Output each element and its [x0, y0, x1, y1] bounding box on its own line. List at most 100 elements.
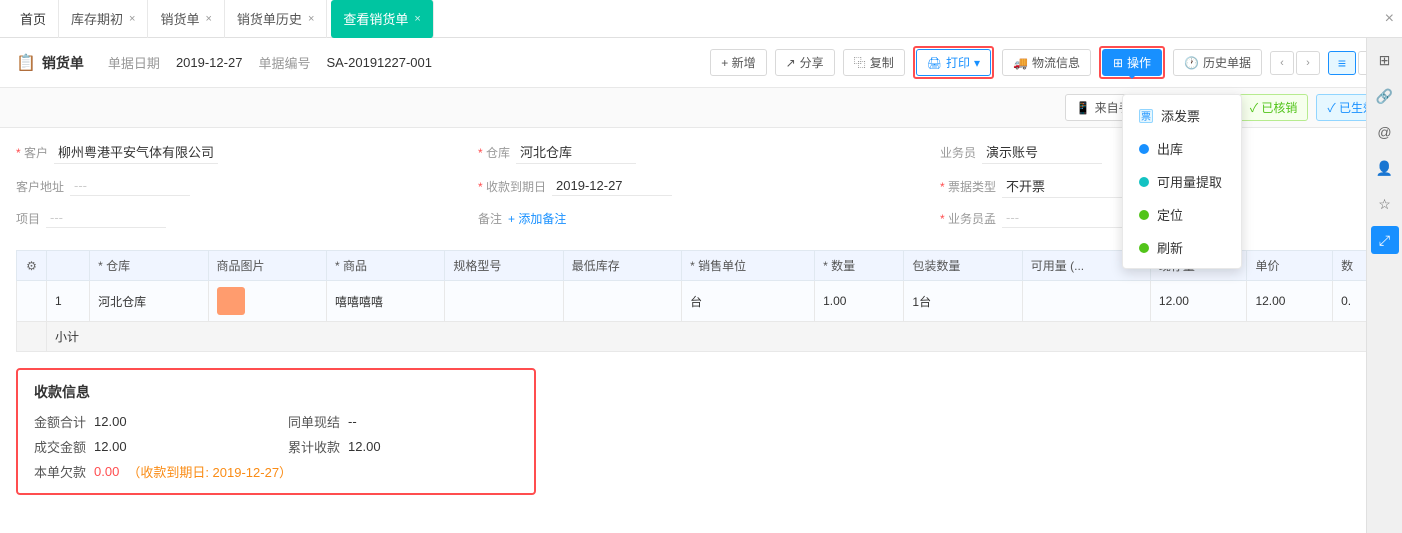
prev-button[interactable]: ‹ — [1270, 51, 1294, 75]
project-field: 项目 --- — [16, 208, 462, 228]
tab-sales-history-close[interactable]: × — [308, 13, 314, 25]
doc-icon: 📋 — [16, 53, 36, 73]
confirm-button[interactable]: ✓ 已核销 — [1239, 94, 1309, 121]
due-note: （收款到期日: 2019-12-27） — [127, 462, 292, 481]
dropdown-add-invoice[interactable]: 票 添发票 — [1123, 99, 1241, 132]
logistics-icon: 🚚 — [1013, 56, 1028, 70]
address-field: 客户地址 --- — [16, 176, 462, 196]
total-row: 金额合计 12.00 — [34, 412, 264, 431]
next-button[interactable]: › — [1296, 51, 1320, 75]
locate-label: 定位 — [1157, 205, 1183, 224]
operations-button[interactable]: ⊞ 操作 — [1102, 49, 1162, 76]
customer-field: 客户 柳州粤港平安气体有限公司 — [16, 140, 462, 164]
payment-title: 收款信息 — [34, 382, 518, 402]
tab-sales[interactable]: 销货单 × — [148, 0, 224, 38]
staff-value: 演示账号 — [982, 140, 1102, 164]
col-unit-price: 单价 — [1247, 251, 1333, 281]
same-order-row: 同单现结 -- — [288, 412, 518, 431]
logistics-button[interactable]: 🚚 物流信息 — [1002, 49, 1091, 76]
mobile-icon: 📱 — [1076, 101, 1091, 115]
row-qty: 1.00 — [815, 281, 904, 322]
copy-button[interactable]: ⿻ 复制 — [843, 49, 905, 76]
col-warehouse: * 仓库 — [90, 251, 208, 281]
col-settings: ⚙ — [17, 251, 47, 281]
check-icon: ✓ — [1250, 101, 1258, 115]
row-settings — [17, 281, 47, 322]
print-button[interactable]: 🖨 打印 ▾ — [916, 49, 991, 76]
col-pkg-qty: 包装数量 — [904, 251, 1022, 281]
dropdown-refresh[interactable]: 刷新 — [1123, 231, 1241, 264]
right-sidebar: ⊞ 🔗 @ 👤 ☆ ⤢ — [1366, 38, 1402, 533]
refresh-label: 刷新 — [1157, 238, 1183, 257]
tab-inventory-close[interactable]: × — [129, 13, 135, 25]
operations-icon: ⊞ — [1113, 56, 1123, 70]
operations-button-wrapper: ⊞ 操作 — [1099, 46, 1165, 79]
row-unit-price: 12.00 — [1247, 281, 1333, 322]
note-field: 备注 + 添加备注 — [478, 210, 924, 227]
share-button[interactable]: ↗ 分享 — [775, 49, 835, 76]
copy-icon: ⿻ — [854, 54, 866, 71]
dropdown-available-qty[interactable]: 可用量提取 — [1123, 165, 1241, 198]
doc-title-text: 销货单 — [42, 53, 84, 73]
col-product-img: 商品图片 — [208, 251, 326, 281]
row-pkg-qty: 1台 — [904, 281, 1022, 322]
ship-icon — [1139, 144, 1149, 154]
tab-view-sales[interactable]: 查看销货单 × — [331, 0, 433, 38]
warehouse-field: 仓库 河北仓库 — [478, 140, 924, 164]
new-button[interactable]: + 新增 — [710, 49, 766, 76]
doc-header: 📋 销货单 单据日期 2019-12-27 单据编号 SA-20191227-0… — [0, 38, 1402, 88]
sidebar-expand-icon[interactable]: ⤢ — [1371, 226, 1399, 254]
warehouse-label: 仓库 — [478, 144, 510, 161]
sidebar-user-icon[interactable]: 👤 — [1371, 154, 1399, 182]
dropdown-ship[interactable]: 出库 — [1123, 132, 1241, 165]
history-icon: 🕐 — [1184, 56, 1199, 70]
doc-title-section: 📋 销货单 — [16, 53, 84, 73]
print-icon: 🖨 — [927, 56, 942, 70]
window-close-button[interactable]: × — [1385, 10, 1394, 28]
trade-amount-value: 12.00 — [94, 439, 127, 454]
add-invoice-label: 添发票 — [1161, 106, 1200, 125]
row-seq: 1 — [47, 281, 90, 322]
dropdown-locate[interactable]: 定位 — [1123, 198, 1241, 231]
row-stock: 12.00 — [1150, 281, 1247, 322]
ship-label: 出库 — [1157, 139, 1183, 158]
staff2-label: 业务员孟 — [940, 210, 996, 227]
row-spec — [445, 281, 563, 322]
sidebar-grid-icon[interactable]: ⊞ — [1371, 46, 1399, 74]
cumulative-label: 累计收款 — [288, 437, 340, 456]
nav-arrows: ‹ › — [1270, 51, 1320, 75]
date-value: 2019-12-27 — [176, 55, 243, 70]
ticket-type-label: 票据类型 — [940, 178, 996, 195]
locate-icon — [1139, 210, 1149, 220]
trade-amount-row: 成交金额 12.00 — [34, 437, 264, 456]
col-product: * 商品 — [326, 251, 444, 281]
tab-sales-history[interactable]: 销货单历史 × — [225, 0, 327, 38]
due-value: 0.00 — [94, 464, 119, 479]
history-button[interactable]: 🕐 历史单据 — [1173, 49, 1262, 76]
ticket-type-value: 不开票 — [1002, 174, 1122, 198]
view-list-button[interactable]: ≡ — [1328, 51, 1356, 75]
date-label: 单据日期 — [108, 53, 160, 72]
tab-view-sales-close[interactable]: × — [414, 13, 420, 25]
print-button-wrapper: 🖨 打印 ▾ — [913, 46, 994, 79]
table-row: 1 河北仓库 嘻嘻嘻嘻 台 1.00 1台 12.00 12.00 0. — [17, 281, 1386, 322]
tab-bar: 首页 库存期初 × 销货单 × 销货单历史 × 查看销货单 × × — [0, 0, 1402, 38]
due-label: 本单欠款 — [34, 462, 86, 481]
same-order-label: 同单现结 — [288, 412, 340, 431]
project-value: --- — [46, 208, 166, 228]
sidebar-link-icon[interactable]: 🔗 — [1371, 82, 1399, 110]
col-qty: * 数量 — [815, 251, 904, 281]
subtotal-label: 小计 — [47, 322, 1386, 352]
sidebar-at-icon[interactable]: @ — [1371, 118, 1399, 146]
tab-inventory[interactable]: 库存期初 × — [59, 0, 148, 38]
cumulative-value: 12.00 — [348, 439, 381, 454]
tab-sales-close[interactable]: × — [205, 13, 211, 25]
project-label: 项目 — [16, 210, 40, 227]
add-note-button[interactable]: + 添加备注 — [508, 210, 566, 227]
sidebar-star-icon[interactable]: ☆ — [1371, 190, 1399, 218]
col-seq — [47, 251, 90, 281]
due-row: 本单欠款 0.00 （收款到期日: 2019-12-27） — [34, 462, 518, 481]
toolbar: + 新增 ↗ 分享 ⿻ 复制 🖨 打印 ▾ 🚚 物流信息 — [710, 46, 1386, 79]
tab-home[interactable]: 首页 — [8, 0, 59, 38]
product-image — [217, 287, 245, 315]
